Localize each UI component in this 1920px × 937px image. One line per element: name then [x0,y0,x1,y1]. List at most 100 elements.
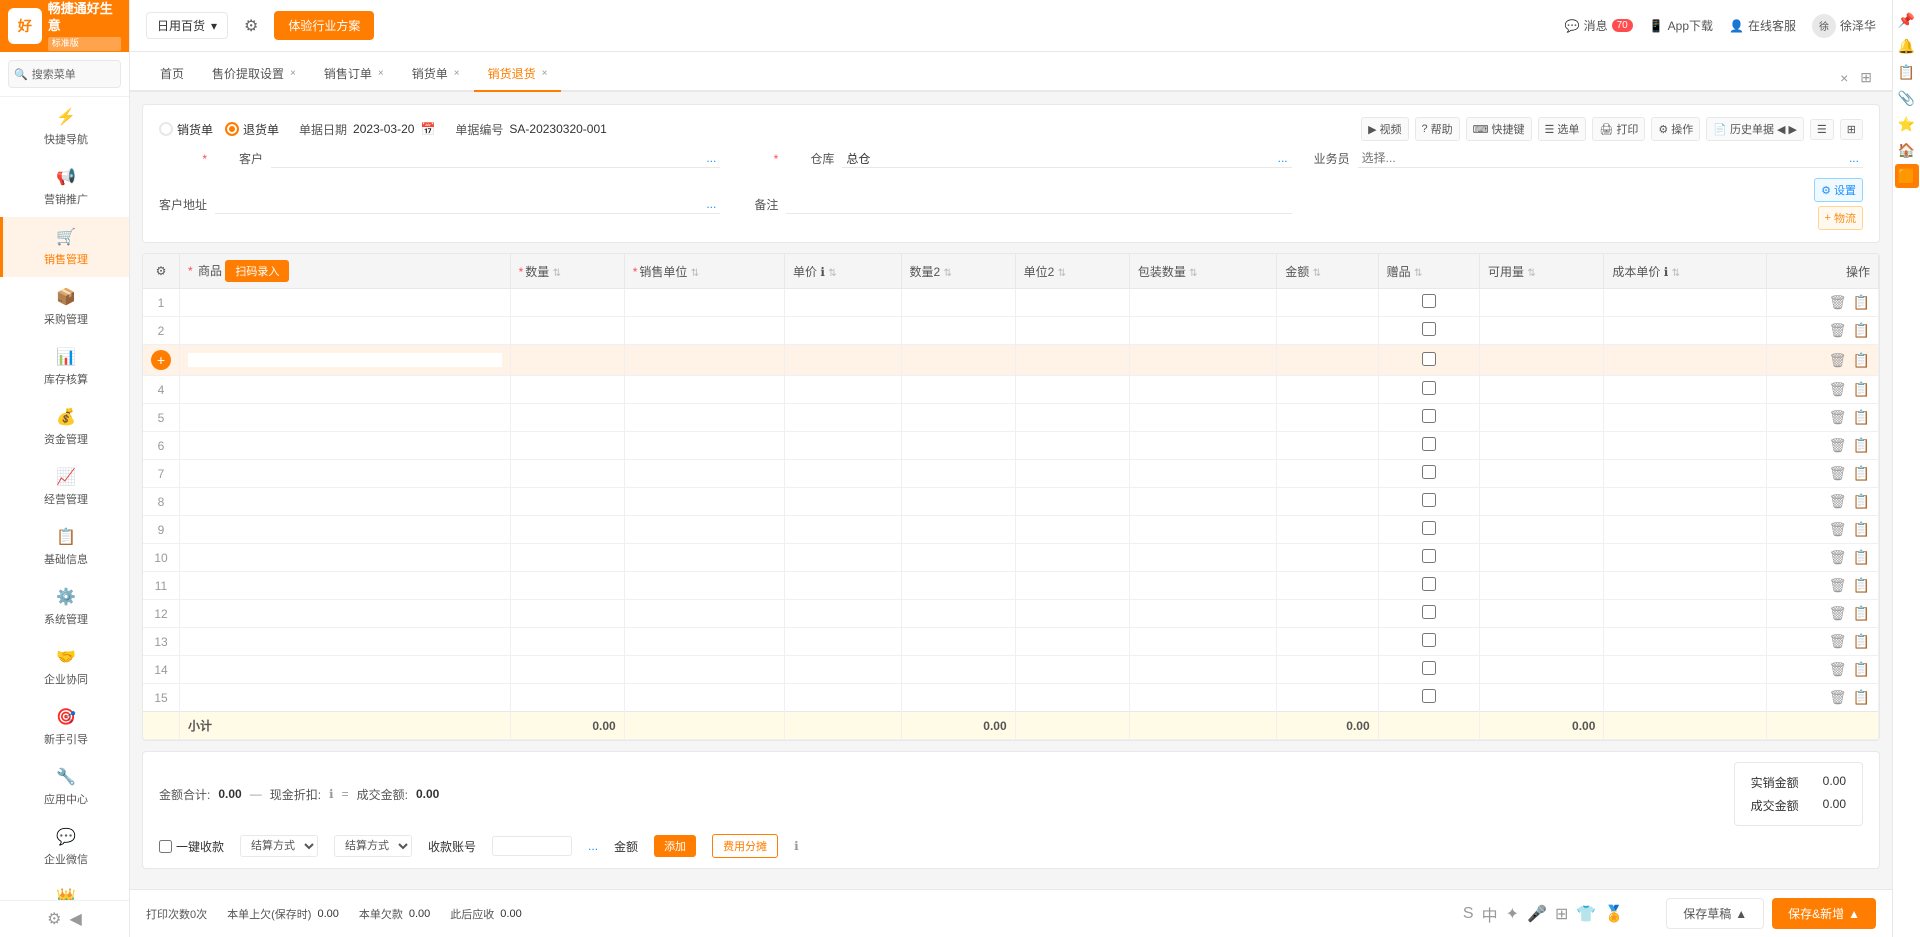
one-key-collect-checkbox[interactable] [159,840,172,853]
copy-row-icon[interactable]: 📋 [1853,381,1870,398]
save-new-button[interactable]: 保存&新增 ▲ [1772,898,1876,929]
tab-sale-order[interactable]: 销售订单× [310,57,398,92]
tab-sale-return[interactable]: 销货退货× [474,57,562,92]
copy-row-icon[interactable]: 📋 [1853,549,1870,566]
account-dots[interactable]: ... [588,839,598,853]
tab-close-all-icon[interactable]: × [1836,68,1852,88]
tab-close-sale-price[interactable]: × [290,68,296,79]
copy-row-icon[interactable]: 📋 [1853,437,1870,454]
gift-checkbox-1[interactable] [1422,294,1436,308]
copy-row-icon[interactable]: 📋 [1853,605,1870,622]
user-profile[interactable]: 徐 徐泽华 [1812,14,1876,38]
copy-row-icon[interactable]: 📋 [1853,294,1870,311]
one-key-collect-check[interactable]: 一键收款 [159,838,224,855]
account-input[interactable] [492,836,572,856]
tab-maximize-icon[interactable]: ⊞ [1856,67,1876,88]
add-logistics-btn[interactable]: + 物流 [1818,206,1863,230]
scan-input-btn[interactable]: 扫码录入 [225,260,289,282]
remark-input[interactable] [790,197,1287,211]
delete-row-icon[interactable]: 🗑 [1829,549,1847,566]
delete-row-icon[interactable]: 🗑 [1829,465,1847,482]
gift-checkbox-15[interactable] [1422,689,1436,703]
sidebar-item-apps[interactable]: 🔧应用中心 [0,757,129,817]
sidebar-item-operations[interactable]: 📈经营管理 [0,457,129,517]
sidebar-collapse-icon[interactable]: ◀ [70,909,82,929]
copy-row-icon[interactable]: 📋 [1853,689,1870,706]
delete-row-icon[interactable]: 🗑 [1829,493,1847,510]
sidebar-item-member[interactable]: 👑畅会员 [0,877,129,900]
right-sidebar-btn-5[interactable]: ⭐ [1895,112,1919,136]
tab-close-sale-return[interactable]: × [542,68,548,79]
copy-row-icon[interactable]: 📋 [1853,521,1870,538]
gift-checkbox-11[interactable] [1422,577,1436,591]
footer-icon-1[interactable]: S [1461,903,1476,925]
address-input[interactable] [219,197,702,211]
right-sidebar-btn-3[interactable]: 📋 [1895,60,1919,84]
radio-return[interactable]: 退货单 [225,121,279,138]
tab-close-sale-out[interactable]: × [454,68,460,79]
salesperson-input[interactable] [1362,151,1845,165]
topbar-gear-icon[interactable]: ⚙ [244,16,258,36]
messages-button[interactable]: 💬 消息 70 [1565,17,1633,34]
app-download-button[interactable]: 📱 App下载 [1649,17,1713,34]
customer-dots[interactable]: ... [706,151,716,165]
delete-row-icon[interactable]: 🗑 [1829,437,1847,454]
gift-checkbox-8[interactable] [1422,493,1436,507]
industry-select[interactable]: 日用百货 ▾ [146,12,228,39]
right-sidebar-btn-6[interactable]: 🏠 [1895,138,1919,162]
history-btn[interactable]: 📄 历史单据 ◀ ▶ [1706,117,1804,141]
delete-row-icon[interactable]: 🗑 [1829,409,1847,426]
gift-checkbox-9[interactable] [1422,521,1436,535]
right-sidebar-btn-1[interactable]: 📌 [1895,8,1919,32]
customer-input[interactable] [275,151,702,165]
sidebar-item-sales[interactable]: 🛒销售管理 [0,217,129,277]
copy-row-icon[interactable]: 📋 [1853,493,1870,510]
gift-checkbox-10[interactable] [1422,549,1436,563]
split-btn[interactable]: 费用分摊 [712,834,778,858]
right-sidebar-btn-7[interactable]: 🟧 [1895,164,1919,188]
trial-button[interactable]: 体验行业方案 [274,11,374,40]
gift-checkbox-12[interactable] [1422,605,1436,619]
copy-row-icon[interactable]: 📋 [1853,465,1870,482]
gift-checkbox-6[interactable] [1422,437,1436,451]
tab-close-sale-order[interactable]: × [378,68,384,79]
print-btn[interactable]: 🖨 打印 [1592,117,1645,141]
add-row-btn[interactable]: + [151,350,171,370]
delete-row-icon[interactable]: 🗑 [1829,322,1847,339]
radio-sale-out[interactable]: 销货单 [159,121,213,138]
sidebar-item-shortcuts[interactable]: ⚡快捷导航 [0,97,129,157]
delete-row-icon[interactable]: 🗑 [1829,689,1847,706]
sidebar-item-enterprise[interactable]: 🤝企业协同 [0,637,129,697]
warehouse-input[interactable] [846,151,1273,165]
tab-sale-price[interactable]: 售价提取设置× [198,57,310,92]
address-dots[interactable]: ... [706,197,716,211]
select-order-btn[interactable]: ☰ 选单 [1538,117,1587,141]
settings-btn[interactable]: ⚙ 设置 [1814,178,1863,202]
sidebar-item-purchase[interactable]: 📦采购管理 [0,277,129,337]
tab-home[interactable]: 首页 [146,57,198,92]
help-btn[interactable]: ? 帮助 [1415,117,1460,141]
online-service-button[interactable]: 👤 在线客服 [1729,17,1796,34]
product-input-3[interactable] [188,353,502,367]
view-toggle-grid[interactable]: ⊞ [1840,119,1863,140]
gift-checkbox-7[interactable] [1422,465,1436,479]
operate-btn[interactable]: ⚙ 操作 [1651,117,1700,141]
sidebar-item-finance[interactable]: 💰资金管理 [0,397,129,457]
delete-row-icon[interactable]: 🗑 [1829,521,1847,538]
gift-checkbox-4[interactable] [1422,381,1436,395]
sidebar-item-marketing[interactable]: 📢营销推广 [0,157,129,217]
sidebar-item-wechat[interactable]: 💬企业微信 [0,817,129,877]
video-btn[interactable]: ▶ 视频 [1361,117,1408,141]
copy-row-icon[interactable]: 📋 [1853,352,1870,369]
footer-icon-3[interactable]: ✦ [1504,902,1521,926]
sidebar-item-system[interactable]: ⚙️系统管理 [0,577,129,637]
calendar-icon[interactable]: 📅 [420,122,435,136]
footer-icon-5[interactable]: ⊞ [1553,902,1570,926]
salesperson-dots[interactable]: ... [1849,151,1859,165]
copy-row-icon[interactable]: 📋 [1853,577,1870,594]
right-sidebar-btn-2[interactable]: 🔔 [1895,34,1919,58]
gift-checkbox-13[interactable] [1422,633,1436,647]
gift-checkbox-2[interactable] [1422,322,1436,336]
sidebar-settings-icon[interactable]: ⚙ [47,909,61,929]
footer-icon-7[interactable]: 🏅 [1602,902,1626,926]
